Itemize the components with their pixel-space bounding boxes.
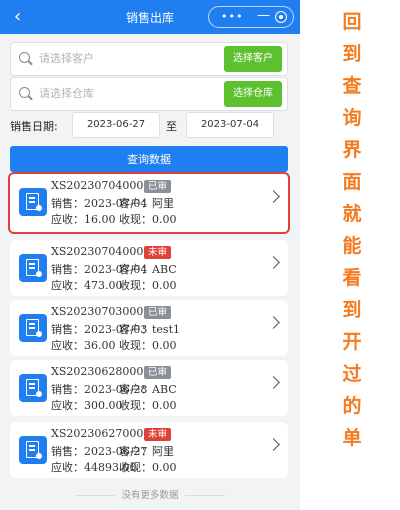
annotation-char: 界 <box>342 139 362 161</box>
date-to-label: 至 <box>166 120 177 133</box>
order-card[interactable]: XS202306270001 未审 销售：2023-06-27 客户：阿里 应收：448… <box>10 422 288 478</box>
chevron-right-icon <box>267 438 280 451</box>
minimize-icon[interactable]: — <box>257 8 270 23</box>
customer-name: 客户：test1 <box>119 323 180 336</box>
annotation-char: 能 <box>342 235 362 257</box>
select-customer-button[interactable]: 选择客户 <box>224 46 282 72</box>
received-amount: 收现：0.00 <box>119 339 177 352</box>
select-warehouse-button[interactable]: 选择仓库 <box>224 81 282 107</box>
status-badge: 未审 <box>144 428 172 441</box>
customer-search-row: 选择客户 <box>10 42 288 76</box>
order-number: XS202307040002 <box>51 179 151 192</box>
status-badge: 已审 <box>144 180 172 193</box>
date-range-row: 销售日期: 2023-06-27 至 2023-07-04 <box>0 112 300 138</box>
search-icon <box>19 52 30 63</box>
annotation-char: 单 <box>342 427 362 449</box>
mini-program-capsule: ••• — <box>208 6 294 28</box>
annotation-char: 查 <box>342 75 362 97</box>
document-icon <box>19 436 47 464</box>
receivable-amount: 应收：300.00 <box>51 399 123 412</box>
received-amount: 收现：0.00 <box>119 213 177 226</box>
received-amount: 收现：0.00 <box>119 461 177 474</box>
customer-name: 客户：ABC <box>119 383 177 396</box>
document-icon <box>19 314 47 342</box>
annotation-char: 到 <box>342 43 362 65</box>
chevron-right-icon <box>267 190 280 203</box>
order-number: XS202306270001 <box>51 427 151 440</box>
customer-name: 客户：ABC <box>119 263 177 276</box>
annotation-char: 面 <box>342 171 362 193</box>
receivable-amount: 应收：36.00 <box>51 339 116 352</box>
order-card[interactable]: XS202307030001 已审 销售：2023-07-03 客户：test1 应收：… <box>10 300 288 356</box>
order-card[interactable]: XS202307040002 已审 销售：2023-07-04 客户：阿里 应收：16.… <box>8 172 290 234</box>
end-date-picker[interactable]: 2023-07-04 <box>186 112 274 138</box>
close-circle-icon[interactable] <box>275 11 287 23</box>
order-number: XS202307030001 <box>51 305 151 318</box>
chevron-right-icon <box>267 316 280 329</box>
order-number: XS202306280001 <box>51 365 151 378</box>
warehouse-input[interactable] <box>37 86 201 101</box>
annotation-char: 回 <box>342 11 362 33</box>
query-button[interactable]: 查询数据 <box>10 146 288 172</box>
chevron-right-icon <box>267 256 280 269</box>
annotation-char: 就 <box>342 203 362 225</box>
document-icon <box>19 374 47 402</box>
order-number: XS202307040001 <box>51 245 151 258</box>
chevron-right-icon <box>267 376 280 389</box>
more-dots-icon[interactable]: ••• <box>221 10 243 23</box>
customer-input[interactable] <box>37 51 201 66</box>
customer-name: 客户：阿里 <box>119 197 174 210</box>
document-icon <box>19 188 47 216</box>
received-amount: 收现：0.00 <box>119 399 177 412</box>
title-bar: ‹ 销售出库 ••• — <box>0 0 300 34</box>
status-badge: 已审 <box>144 366 172 379</box>
receivable-amount: 应收：473.00 <box>51 279 123 292</box>
annotation-char: 开 <box>342 331 362 353</box>
annotation-char: 看 <box>342 267 362 289</box>
order-card[interactable]: XS202307040001 未审 销售：2023-07-04 客户：ABC 应收：47… <box>10 240 288 296</box>
sale-date-label: 销售日期: <box>10 120 58 133</box>
search-icon <box>19 87 30 98</box>
status-badge: 已审 <box>144 306 172 319</box>
annotation-char: 到 <box>342 299 362 321</box>
received-amount: 收现：0.00 <box>119 279 177 292</box>
order-card[interactable]: XS202306280001 已审 销售：2023-06-28 客户：ABC 应收：30… <box>10 360 288 416</box>
customer-name: 客户：阿里 <box>119 445 174 458</box>
document-icon <box>19 254 47 282</box>
annotation-char: 询 <box>342 107 362 129</box>
warehouse-search-row: 选择仓库 <box>10 77 288 111</box>
no-more-data-text: 没有更多数据 <box>0 487 300 501</box>
receivable-amount: 应收：16.00 <box>51 213 116 226</box>
annotation-char: 的 <box>342 395 362 417</box>
start-date-picker[interactable]: 2023-06-27 <box>72 112 160 138</box>
phone-screen: ‹ 销售出库 ••• — 选择客户 选择仓库 销售日期: 2023-06-27 … <box>0 0 300 510</box>
annotation-text: 回到查询界面就能看到开过的单 <box>339 6 365 454</box>
annotation-char: 过 <box>342 363 362 385</box>
status-badge: 未审 <box>144 246 172 259</box>
